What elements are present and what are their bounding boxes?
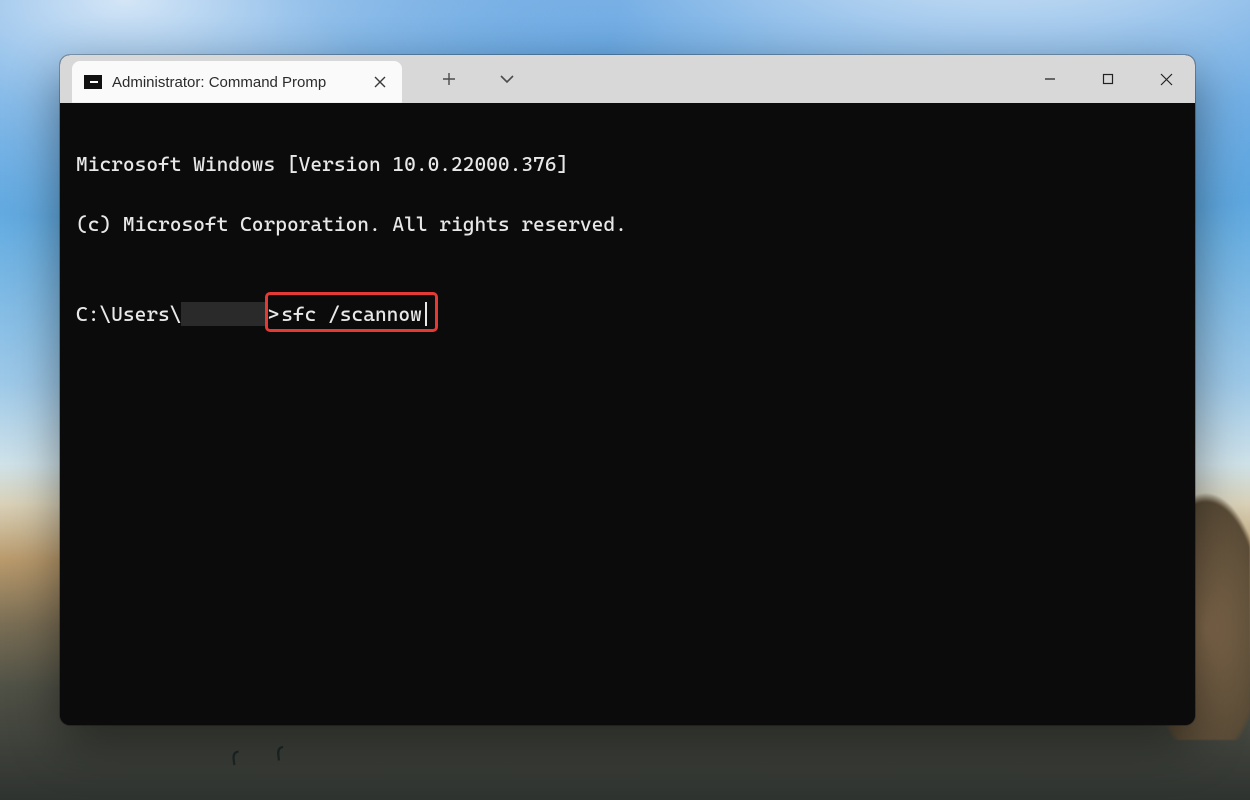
typed-command[interactable]: sfc /scannow	[279, 299, 424, 329]
text-cursor	[425, 302, 427, 326]
wallpaper-birds: 𐑩 𐑩	[228, 731, 300, 774]
tab-close-button[interactable]	[368, 70, 392, 94]
desktop-wallpaper: 𐑩 𐑩 Administrator: Command Promp	[0, 0, 1250, 800]
maximize-icon	[1102, 73, 1114, 85]
tab-active[interactable]: Administrator: Command Promp	[72, 61, 402, 103]
terminal-line-copyright: (c) Microsoft Corporation. All rights re…	[76, 209, 1179, 239]
prompt-suffix: >	[267, 299, 279, 329]
terminal-line-version: Microsoft Windows [Version 10.0.22000.37…	[76, 149, 1179, 179]
redacted-username	[181, 302, 267, 326]
close-window-button[interactable]	[1137, 55, 1195, 103]
close-icon	[374, 76, 386, 88]
terminal-prompt-line[interactable]: C:\Users\ >sfc /scannow	[76, 299, 1179, 329]
titlebar-actions	[410, 55, 534, 103]
terminal-window: Administrator: Command Promp	[60, 55, 1195, 725]
cmd-icon	[84, 75, 102, 89]
minimize-button[interactable]	[1021, 55, 1079, 103]
prompt-prefix: C:\Users\	[76, 299, 181, 329]
titlebar[interactable]: Administrator: Command Promp	[60, 55, 1195, 103]
minimize-icon	[1044, 73, 1056, 85]
new-tab-button[interactable]	[432, 62, 466, 96]
chevron-down-icon	[500, 75, 514, 84]
tab-title: Administrator: Command Promp	[112, 74, 358, 91]
plus-icon	[442, 72, 456, 86]
window-controls	[1021, 55, 1195, 103]
close-icon	[1160, 73, 1173, 86]
tab-dropdown-button[interactable]	[490, 62, 524, 96]
terminal-body[interactable]: Microsoft Windows [Version 10.0.22000.37…	[60, 103, 1195, 725]
maximize-button[interactable]	[1079, 55, 1137, 103]
